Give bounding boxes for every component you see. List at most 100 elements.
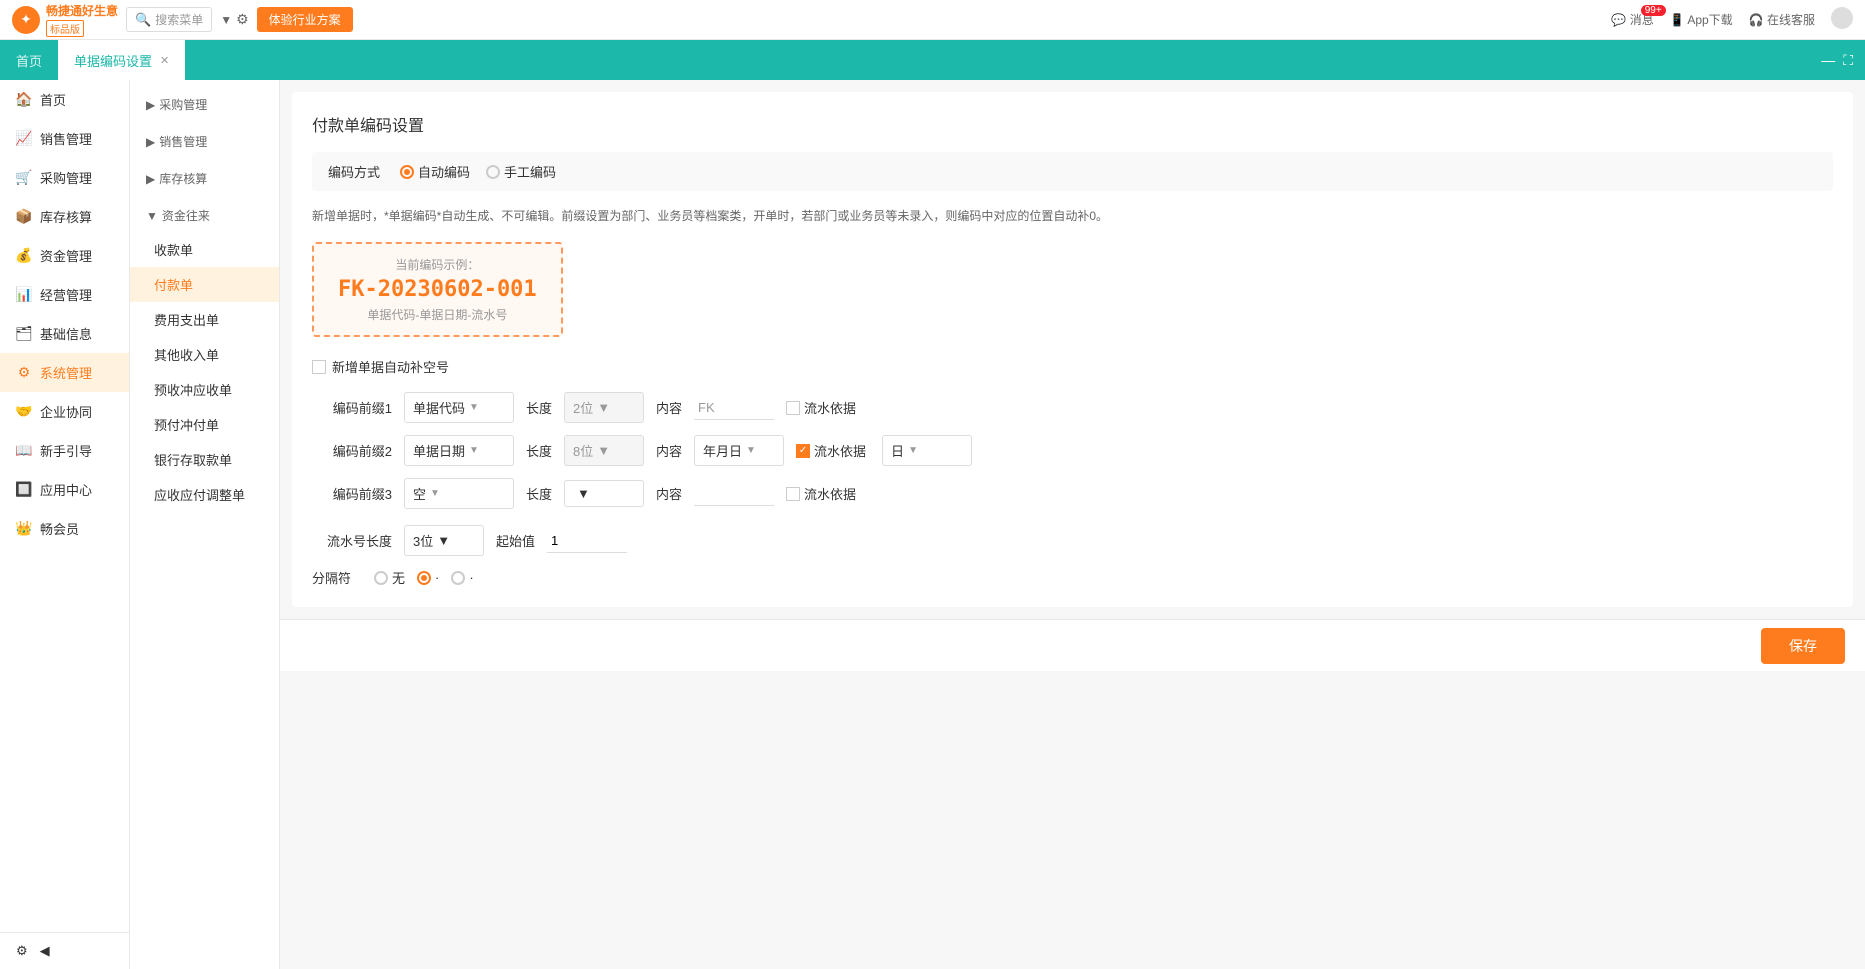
subnav-item-receipt[interactable]: 收款单 — [130, 232, 279, 267]
topbar-nav: ▼ ⚙ — [220, 11, 248, 28]
search-box[interactable]: 🔍 搜索菜单 — [126, 7, 212, 32]
sep-dot-label: · — [435, 570, 439, 585]
purchase-icon: 🛒 — [16, 170, 32, 186]
auto-fill-label: 新增单据自动补空号 — [332, 357, 449, 376]
sidebar-item-member[interactable]: 👑 畅会员 — [0, 509, 129, 548]
app-center-icon: 🔲 — [16, 482, 32, 498]
search-label: 搜索菜单 — [155, 11, 203, 28]
auto-encode-radio[interactable]: 自动编码 — [400, 162, 470, 181]
length1-select[interactable]: 2位 ▼ — [564, 392, 644, 423]
sidebar-item-finance[interactable]: 💰 资金管理 — [0, 236, 129, 275]
sidebar-item-app[interactable]: 🔲 应用中心 — [0, 470, 129, 509]
finance-icon: 💰 — [16, 248, 32, 264]
sep-none-radio[interactable]: 无 — [374, 568, 405, 587]
liushui2-checkbox[interactable]: ✓ — [796, 444, 810, 458]
sep-dot2-radio[interactable]: · — [451, 570, 473, 585]
message-area[interactable]: 💬 消息 99+ — [1611, 11, 1653, 28]
app-download[interactable]: 📱 App下载 — [1670, 11, 1733, 28]
settings-icon[interactable]: ⚙ — [236, 11, 249, 28]
prefix1-label: 编码前缀1 — [312, 398, 392, 417]
minimize-icon[interactable]: — — [1821, 52, 1835, 68]
prefix1-select[interactable]: 单据代码 ▼ — [404, 392, 514, 423]
guide-icon: 📖 — [16, 443, 32, 459]
chevron-down-icon: ▼ — [146, 209, 158, 223]
subnav-item-advance-pay[interactable]: 预付冲付单 — [130, 407, 279, 442]
chevron-right-icon3: ▶ — [146, 172, 155, 186]
code-preview-label: 当前编码示例： — [338, 256, 537, 273]
content1-input — [694, 396, 774, 420]
liushui1-checkbox[interactable] — [786, 401, 800, 415]
sidebar-item-system[interactable]: ⚙ 系统管理 — [0, 353, 129, 392]
inventory-icon: 📦 — [16, 209, 32, 225]
prefix3-label: 编码前缀3 — [312, 484, 392, 503]
subnav-group-inventory: ▶ 库存核算 — [130, 162, 279, 195]
sidebar-item-sales[interactable]: 📈 销售管理 — [0, 119, 129, 158]
sep-none-radio-icon — [374, 571, 388, 585]
prefix2-select[interactable]: 单据日期 ▼ — [404, 435, 514, 466]
subnav-item-advance-recv[interactable]: 预收冲应收单 — [130, 372, 279, 407]
sep-dot2-radio-icon — [451, 571, 465, 585]
start-label: 起始值 — [496, 531, 535, 550]
content3-label: 内容 — [656, 484, 682, 503]
tabbar: 首页 单据编码设置 ✕ — ⛶ — [0, 40, 1865, 80]
online-service[interactable]: 🎧 在线客服 — [1749, 11, 1815, 28]
app-icon: 📱 — [1670, 13, 1685, 27]
subnav-item-adj[interactable]: 应收应付调整单 — [130, 477, 279, 512]
subnav-item-payment[interactable]: 付款单 — [130, 267, 279, 302]
subnav-purchase-title[interactable]: ▶ 采购管理 — [130, 88, 279, 121]
serial-select[interactable]: 3位 ▼ — [404, 525, 484, 556]
length2-arrow-icon: ▼ — [597, 443, 610, 458]
liushui2-period-select[interactable]: 日 ▼ — [882, 435, 972, 466]
logo: ✦ 畅捷通好生意 标品版 — [12, 2, 118, 37]
sep-dot-radio-icon — [417, 571, 431, 585]
sidebar-item-enterprise[interactable]: 🤝 企业协同 — [0, 392, 129, 431]
start-input[interactable] — [547, 529, 627, 553]
page-container: 付款单编码设置 编码方式 自动编码 手工编码 — [292, 92, 1853, 607]
user-area[interactable] — [1831, 7, 1853, 32]
tab-home[interactable]: 首页 — [0, 40, 58, 80]
code-preview-value: FK-20230602-001 — [338, 277, 537, 302]
subnav-item-other-income[interactable]: 其他收入单 — [130, 337, 279, 372]
sidebar-item-guide[interactable]: 📖 新手引导 — [0, 431, 129, 470]
liushui1-check[interactable]: 流水依据 — [786, 398, 856, 417]
subnav-sales-title[interactable]: ▶ 销售管理 — [130, 125, 279, 158]
content1-label: 内容 — [656, 398, 682, 417]
manual-encode-radio-icon — [486, 165, 500, 179]
subnav-item-bank[interactable]: 银行存取款单 — [130, 442, 279, 477]
auto-fill-checkbox[interactable] — [312, 360, 326, 374]
length3-select[interactable]: ▼ — [564, 480, 644, 507]
subnav-finance-title[interactable]: ▼ 资金往来 — [130, 199, 279, 232]
enterprise-icon: 🤝 — [16, 404, 32, 420]
length2-select[interactable]: 8位 ▼ — [564, 435, 644, 466]
sidebar-item-basic-info[interactable]: 🗂 基础信息 — [0, 314, 129, 353]
sidebar-item-inventory[interactable]: 📦 库存核算 — [0, 197, 129, 236]
page-title: 付款单编码设置 — [312, 112, 1833, 136]
sidebar-item-purchase[interactable]: 🛒 采购管理 — [0, 158, 129, 197]
serial-arrow-icon: ▼ — [437, 533, 450, 548]
topbar: ✦ 畅捷通好生意 标品版 🔍 搜索菜单 ▼ ⚙ 体验行业方案 💬 消息 99+ … — [0, 0, 1865, 40]
liushui2-check[interactable]: ✓ 流水依据 — [796, 441, 866, 460]
promo-button[interactable]: 体验行业方案 — [257, 7, 353, 32]
tab-close-icon[interactable]: ✕ — [160, 54, 169, 67]
sep-dot-radio[interactable]: · — [417, 570, 439, 585]
collapse-icon[interactable]: ◀ — [40, 943, 50, 959]
subnav-inventory-title[interactable]: ▶ 库存核算 — [130, 162, 279, 195]
prefix2-label: 编码前缀2 — [312, 441, 392, 460]
save-button[interactable]: 保存 — [1761, 628, 1845, 664]
settings-bottom-icon[interactable]: ⚙ — [16, 943, 28, 959]
subnav-group-sales: ▶ 销售管理 — [130, 125, 279, 158]
content2-select[interactable]: 年月日 ▼ — [694, 435, 784, 466]
liushui3-check[interactable]: 流水依据 — [786, 484, 856, 503]
sidebar-item-operation[interactable]: 📊 经营管理 — [0, 275, 129, 314]
sales-icon: 📈 — [16, 131, 32, 147]
sidebar-item-home[interactable]: 🏠 首页 — [0, 80, 129, 119]
content-wrapper: ▶ 采购管理 ▶ 销售管理 ▶ 库存核算 ▼ 资金往来 — [130, 80, 1865, 969]
prefix3-select[interactable]: 空 ▼ — [404, 478, 514, 509]
manual-encode-radio[interactable]: 手工编码 — [486, 162, 556, 181]
content3-input[interactable] — [694, 482, 774, 506]
tab-encoding-settings[interactable]: 单据编码设置 ✕ — [58, 40, 185, 80]
liushui3-checkbox[interactable] — [786, 487, 800, 501]
headset-icon: 🎧 — [1749, 13, 1764, 27]
subnav-item-expense[interactable]: 费用支出单 — [130, 302, 279, 337]
maximize-icon[interactable]: ⛶ — [1843, 52, 1853, 69]
